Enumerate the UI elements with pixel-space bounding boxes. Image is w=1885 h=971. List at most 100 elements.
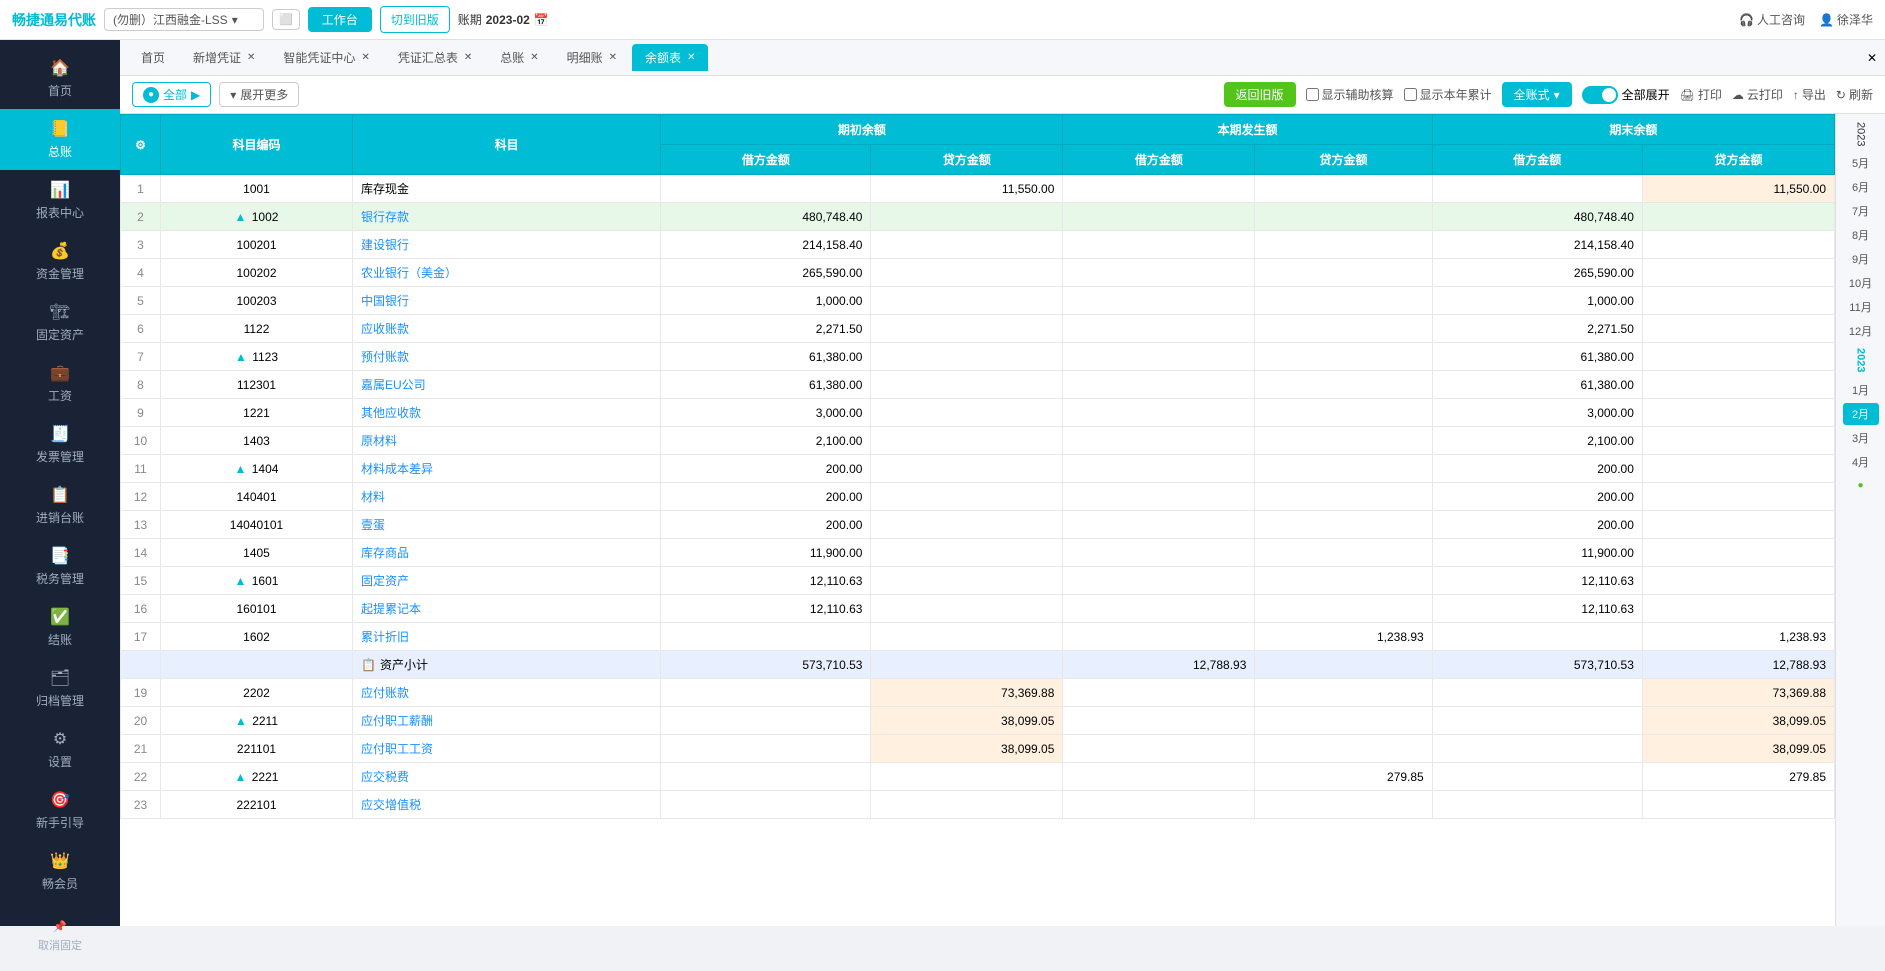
tab-new-voucher-close[interactable]: ✕ xyxy=(247,52,255,63)
rp-month-6[interactable]: 6月 xyxy=(1843,176,1879,198)
print-button[interactable]: 🖨 打印 xyxy=(1680,86,1722,103)
user-avatar[interactable]: 👤 徐泽华 xyxy=(1819,11,1873,28)
rp-month-5[interactable]: 5月 xyxy=(1843,152,1879,174)
expand-icon[interactable]: ▲ xyxy=(235,462,250,476)
sidebar-item-close[interactable]: ✅ 结账 xyxy=(0,597,120,658)
cell-name[interactable]: 应付职工薪酬 xyxy=(352,707,660,735)
th-settings[interactable]: ⚙ xyxy=(121,115,161,175)
company-selector[interactable]: (勿删）江西融金-LSS ▾ xyxy=(104,8,264,31)
cell-name-link[interactable]: 建设银行 xyxy=(361,238,409,252)
rp-month-2[interactable]: 2月 xyxy=(1843,403,1879,425)
cell-name-link[interactable]: 应交税费 xyxy=(361,770,409,784)
cell-name-link[interactable]: 农业银行（美金） xyxy=(361,266,457,280)
sidebar-item-invoice[interactable]: 🧾 发票管理 xyxy=(0,414,120,475)
cell-name-link[interactable]: 银行存款 xyxy=(361,210,409,224)
cell-name[interactable]: 中国银行 xyxy=(352,287,660,315)
calendar-icon[interactable]: 📅 xyxy=(534,13,549,27)
sidebar-item-guide[interactable]: 🎯 新手引导 xyxy=(0,780,120,841)
aux-checkbox-input[interactable] xyxy=(1306,88,1319,101)
sidebar-item-tax[interactable]: 📑 税务管理 xyxy=(0,536,120,597)
cell-name[interactable]: 嘉属EU公司 xyxy=(352,371,660,399)
rp-month-7[interactable]: 7月 xyxy=(1843,200,1879,222)
rp-month-11[interactable]: 11月 xyxy=(1843,296,1879,318)
cell-name-link[interactable]: 嘉属EU公司 xyxy=(361,378,426,392)
tab-smart-voucher[interactable]: 智能凭证中心 ✕ xyxy=(270,44,382,71)
cell-name[interactable]: 材料 xyxy=(352,483,660,511)
tab-voucher-summary[interactable]: 凭证汇总表 ✕ xyxy=(385,44,485,71)
cell-name[interactable]: 固定资产 xyxy=(352,567,660,595)
tab-voucher-summary-close[interactable]: ✕ xyxy=(464,52,472,63)
cell-name[interactable]: 应交税费 xyxy=(352,763,660,791)
tab-general-ledger-close[interactable]: ✕ xyxy=(530,52,538,63)
cell-name[interactable]: 预付账款 xyxy=(352,343,660,371)
rp-month-4[interactable]: 4月 xyxy=(1843,451,1879,473)
cell-name[interactable]: 应收账款 xyxy=(352,315,660,343)
cell-name[interactable]: 应付账款 xyxy=(352,679,660,707)
refresh-button[interactable]: ↻ 刷新 xyxy=(1836,86,1873,103)
cell-name-link[interactable]: 壹蛋 xyxy=(361,518,385,532)
close-all-button[interactable]: ✕ xyxy=(1867,51,1877,65)
tab-home[interactable]: 首页 xyxy=(128,44,178,71)
cell-name[interactable]: 建设银行 xyxy=(352,231,660,259)
workbench-button[interactable]: 工作台 xyxy=(308,7,372,32)
cell-name-link[interactable]: 应收账款 xyxy=(361,322,409,336)
cell-name-link[interactable]: 其他应收款 xyxy=(361,406,421,420)
rp-month-12[interactable]: 12月 xyxy=(1843,320,1879,342)
cell-name-link[interactable]: 应交增值税 xyxy=(361,798,421,812)
cell-name-link[interactable]: 原材料 xyxy=(361,434,397,448)
rp-month-1[interactable]: 1月 xyxy=(1843,379,1879,401)
sidebar-item-member[interactable]: 👑 畅会员 xyxy=(0,841,120,902)
cell-name-link[interactable]: 应付账款 xyxy=(361,686,409,700)
expand-icon[interactable]: ▲ xyxy=(235,350,250,364)
style-button[interactable]: 全账式 ▾ xyxy=(1502,82,1572,107)
expand-toggle[interactable] xyxy=(1582,86,1618,104)
filter-all-button[interactable]: ● 全部 ▶ xyxy=(132,82,211,107)
rp-month-3[interactable]: 3月 xyxy=(1843,427,1879,449)
expand-icon[interactable]: ▲ xyxy=(235,210,250,224)
cell-name[interactable]: 原材料 xyxy=(352,427,660,455)
cell-name-link[interactable]: 应付职工薪酬 xyxy=(361,714,433,728)
consult-link[interactable]: 🎧 人工咨询 xyxy=(1739,11,1805,28)
cell-name-link[interactable]: 起提累记本 xyxy=(361,602,421,616)
sidebar-item-funds[interactable]: 💰 资金管理 xyxy=(0,231,120,292)
cell-name[interactable]: 累计折旧 xyxy=(352,623,660,651)
copy-icon[interactable]: ⬜ xyxy=(272,9,300,30)
cell-name-link[interactable]: 预付账款 xyxy=(361,350,409,364)
expand-icon[interactable]: ▲ xyxy=(235,574,250,588)
cell-name[interactable]: 农业银行（美金） xyxy=(352,259,660,287)
cell-name-link[interactable]: 材料成本差异 xyxy=(361,462,433,476)
sidebar-item-ledger[interactable]: 📒 总账 xyxy=(0,109,120,170)
cell-name[interactable]: 壹蛋 xyxy=(352,511,660,539)
cell-name[interactable]: 库存商品 xyxy=(352,539,660,567)
cell-name-link[interactable]: 固定资产 xyxy=(361,574,409,588)
sidebar-item-settings[interactable]: ⚙ 设置 xyxy=(0,719,120,780)
tab-balance-close[interactable]: ✕ xyxy=(687,52,695,63)
cell-name[interactable]: 应付职工工资 xyxy=(352,735,660,763)
rp-month-8[interactable]: 8月 xyxy=(1843,224,1879,246)
sidebar-item-archive[interactable]: 🗂 归档管理 xyxy=(0,658,120,719)
tab-new-voucher[interactable]: 新增凭证 ✕ xyxy=(180,44,268,71)
cell-name[interactable]: 银行存款 xyxy=(352,203,660,231)
sidebar-item-home[interactable]: 🏠 首页 xyxy=(0,48,120,109)
switch-version-button[interactable]: 切到旧版 xyxy=(380,6,450,33)
export-button[interactable]: ↑ 导出 xyxy=(1793,86,1826,103)
tab-smart-voucher-close[interactable]: ✕ xyxy=(361,52,369,63)
tab-detail-ledger[interactable]: 明细账 ✕ xyxy=(554,44,630,71)
cell-name-link[interactable]: 应付职工工资 xyxy=(361,742,433,756)
expand-button[interactable]: ▾ 展开更多 xyxy=(219,82,299,107)
sidebar-item-reports[interactable]: 📊 报表中心 xyxy=(0,170,120,231)
tab-detail-ledger-close[interactable]: ✕ xyxy=(609,52,617,63)
expand-icon[interactable]: ▲ xyxy=(235,770,250,784)
expand-icon[interactable]: ▲ xyxy=(235,714,250,728)
cell-name[interactable]: 起提累记本 xyxy=(352,595,660,623)
cell-name[interactable]: 应交增值税 xyxy=(352,791,660,819)
rp-month-9[interactable]: 9月 xyxy=(1843,248,1879,270)
tab-general-ledger[interactable]: 总账 ✕ xyxy=(487,44,551,71)
return-old-button[interactable]: 返回旧版 xyxy=(1224,82,1296,107)
year-checkbox[interactable]: 显示本年累计 xyxy=(1404,86,1492,103)
cloud-print-button[interactable]: ☁ 云打印 xyxy=(1732,86,1783,103)
cell-name-link[interactable]: 库存商品 xyxy=(361,546,409,560)
sidebar-item-salary[interactable]: 💼 工资 xyxy=(0,353,120,414)
year-checkbox-input[interactable] xyxy=(1404,88,1417,101)
sidebar-item-sales[interactable]: 📋 进销台账 xyxy=(0,475,120,536)
